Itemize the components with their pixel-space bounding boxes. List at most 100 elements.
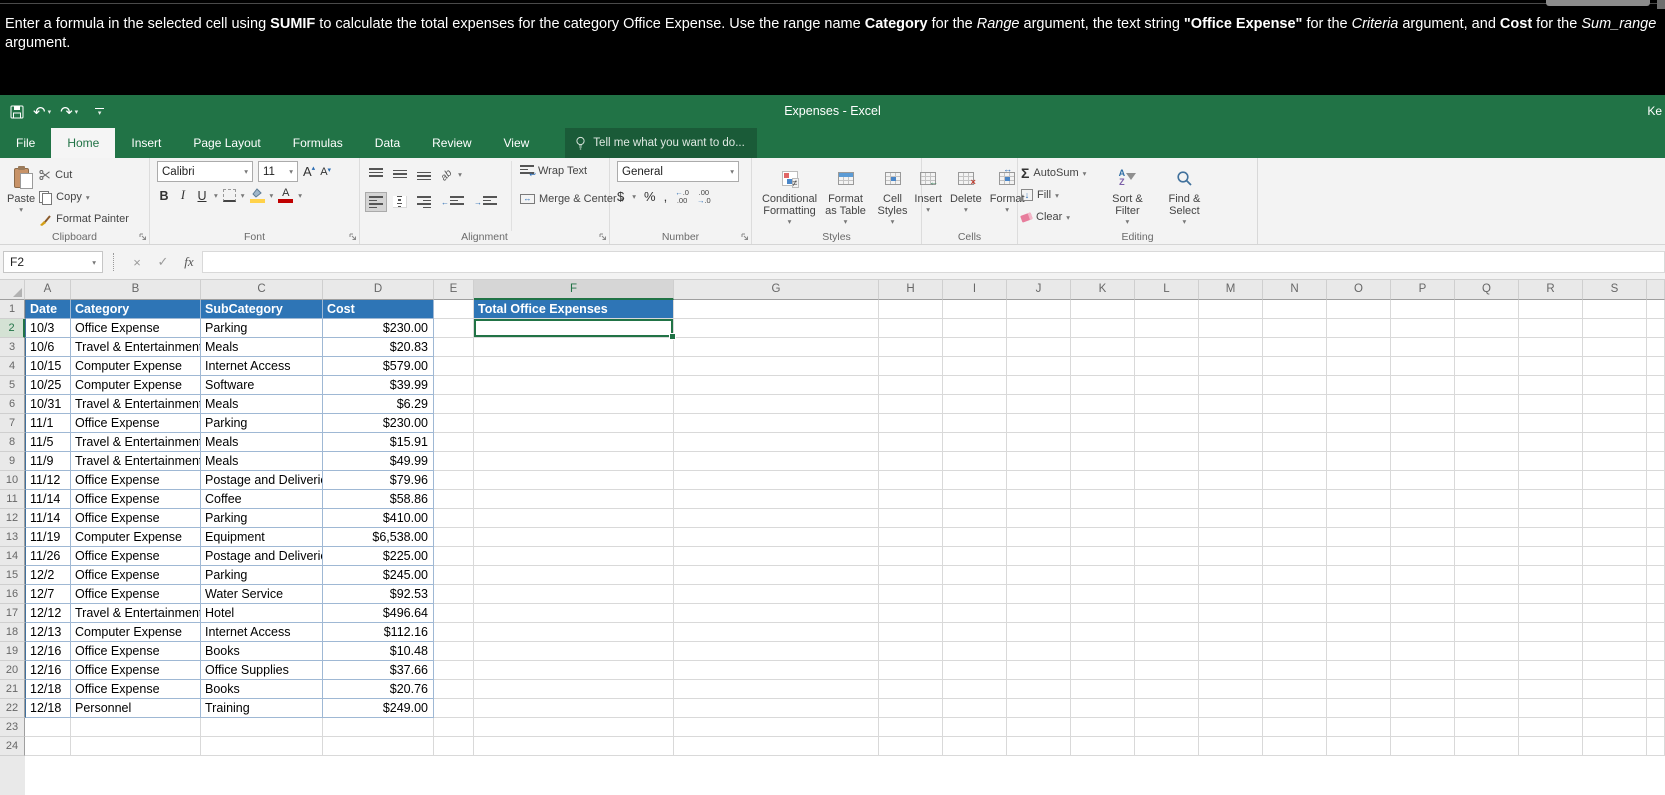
cell-Q23[interactable] — [1455, 718, 1519, 737]
cell-C4[interactable]: Internet Access — [201, 357, 323, 376]
chevron-down-icon[interactable]: ▾ — [270, 191, 274, 200]
cell-B5[interactable]: Computer Expense — [71, 376, 201, 395]
grow-font-button[interactable]: A▴ — [303, 164, 315, 179]
font-size-combo[interactable]: 11 ▾ — [258, 161, 298, 182]
cell-B9[interactable]: Travel & Entertainment — [71, 452, 201, 471]
cell-R23[interactable] — [1519, 718, 1583, 737]
cell-F20[interactable] — [474, 661, 674, 680]
cell-B12[interactable]: Office Expense — [71, 509, 201, 528]
cell-J2[interactable] — [1007, 319, 1071, 338]
cell-H24[interactable] — [879, 737, 943, 756]
comma-button[interactable]: , — [664, 189, 668, 204]
cell-O21[interactable] — [1327, 680, 1391, 699]
cell-N5[interactable] — [1263, 376, 1327, 395]
cell-R1[interactable] — [1519, 300, 1583, 319]
cell-E7[interactable] — [434, 414, 474, 433]
cell-C15[interactable]: Parking — [201, 566, 323, 585]
cell-I10[interactable] — [943, 471, 1007, 490]
insert-function-button[interactable]: fx — [176, 254, 202, 270]
cell-H13[interactable] — [879, 528, 943, 547]
cell-O18[interactable] — [1327, 623, 1391, 642]
cell-G5[interactable] — [674, 376, 879, 395]
cell-C24[interactable] — [201, 737, 323, 756]
cell-R2[interactable] — [1519, 319, 1583, 338]
cell-O4[interactable] — [1327, 357, 1391, 376]
cell-F23[interactable] — [474, 718, 674, 737]
col-header-H[interactable]: H — [879, 280, 943, 300]
decrease-indent-button[interactable]: ← — [437, 192, 468, 212]
cell-J6[interactable] — [1007, 395, 1071, 414]
cell-A15[interactable]: 12/2 — [25, 566, 71, 585]
cell-C10[interactable]: Postage and Deliveries — [201, 471, 323, 490]
cell-G22[interactable] — [674, 699, 879, 718]
cell-E23[interactable] — [434, 718, 474, 737]
cell-S4[interactable] — [1583, 357, 1647, 376]
cell-E18[interactable] — [434, 623, 474, 642]
cell-N20[interactable] — [1263, 661, 1327, 680]
cell-E16[interactable] — [434, 585, 474, 604]
cell-I2[interactable] — [943, 319, 1007, 338]
cell-H4[interactable] — [879, 357, 943, 376]
cell-C3[interactable]: Meals — [201, 338, 323, 357]
cell-P15[interactable] — [1391, 566, 1455, 585]
cell-F10[interactable] — [474, 471, 674, 490]
chevron-down-icon[interactable]: ▾ — [1126, 217, 1130, 226]
cell-K7[interactable] — [1071, 414, 1135, 433]
col-header-A[interactable]: A — [25, 280, 71, 300]
cell-H18[interactable] — [879, 623, 943, 642]
col-header-D[interactable]: D — [323, 280, 434, 300]
cell-N3[interactable] — [1263, 338, 1327, 357]
cell-N9[interactable] — [1263, 452, 1327, 471]
cell-I19[interactable] — [943, 642, 1007, 661]
cell-A14[interactable]: 11/26 — [25, 547, 71, 566]
cell-E5[interactable] — [434, 376, 474, 395]
cell-M15[interactable] — [1199, 566, 1263, 585]
cell-D5[interactable]: $39.99 — [323, 376, 434, 395]
cell-A3[interactable]: 10/6 — [25, 338, 71, 357]
cell-F1[interactable]: Total Office Expenses — [474, 300, 674, 319]
cell-C16[interactable]: Water Service — [201, 585, 323, 604]
cell-K13[interactable] — [1071, 528, 1135, 547]
chevron-down-icon[interactable]: ▾ — [86, 193, 90, 202]
cell-K14[interactable] — [1071, 547, 1135, 566]
cell-Q13[interactable] — [1455, 528, 1519, 547]
cell-P13[interactable] — [1391, 528, 1455, 547]
row-header-21[interactable]: 21 — [0, 680, 25, 699]
row-header-9[interactable]: 9 — [0, 452, 25, 471]
align-left-button[interactable] — [365, 192, 387, 212]
cell-M9[interactable] — [1199, 452, 1263, 471]
cell-A24[interactable] — [25, 737, 71, 756]
cell-Q3[interactable] — [1455, 338, 1519, 357]
select-all-corner[interactable] — [0, 280, 25, 300]
cell-N2[interactable] — [1263, 319, 1327, 338]
cell-M19[interactable] — [1199, 642, 1263, 661]
cell-M13[interactable] — [1199, 528, 1263, 547]
cell-I5[interactable] — [943, 376, 1007, 395]
row-header-5[interactable]: 5 — [0, 376, 25, 395]
chevron-down-icon[interactable]: ▾ — [1005, 205, 1009, 214]
cell-P22[interactable] — [1391, 699, 1455, 718]
fill-button[interactable]: ↓ Fill ▾ — [1021, 185, 1086, 205]
cell-R3[interactable] — [1519, 338, 1583, 357]
cell-K10[interactable] — [1071, 471, 1135, 490]
cell-G21[interactable] — [674, 680, 879, 699]
cell-E17[interactable] — [434, 604, 474, 623]
cell-J1[interactable] — [1007, 300, 1071, 319]
cell-S19[interactable] — [1583, 642, 1647, 661]
cell-O12[interactable] — [1327, 509, 1391, 528]
cell-G16[interactable] — [674, 585, 879, 604]
increase-indent-button[interactable]: → — [470, 192, 501, 212]
cell-F12[interactable] — [474, 509, 674, 528]
chevron-down-icon[interactable]: ▾ — [891, 217, 895, 226]
cell-L17[interactable] — [1135, 604, 1199, 623]
cell-M4[interactable] — [1199, 357, 1263, 376]
fill-color-button[interactable] — [249, 188, 265, 203]
cell-C5[interactable]: Software — [201, 376, 323, 395]
cell-Q4[interactable] — [1455, 357, 1519, 376]
cell-N22[interactable] — [1263, 699, 1327, 718]
cell-O13[interactable] — [1327, 528, 1391, 547]
cell-G19[interactable] — [674, 642, 879, 661]
cell-F14[interactable] — [474, 547, 674, 566]
cell-C17[interactable]: Hotel — [201, 604, 323, 623]
orientation-button[interactable]: ab — [437, 161, 456, 187]
